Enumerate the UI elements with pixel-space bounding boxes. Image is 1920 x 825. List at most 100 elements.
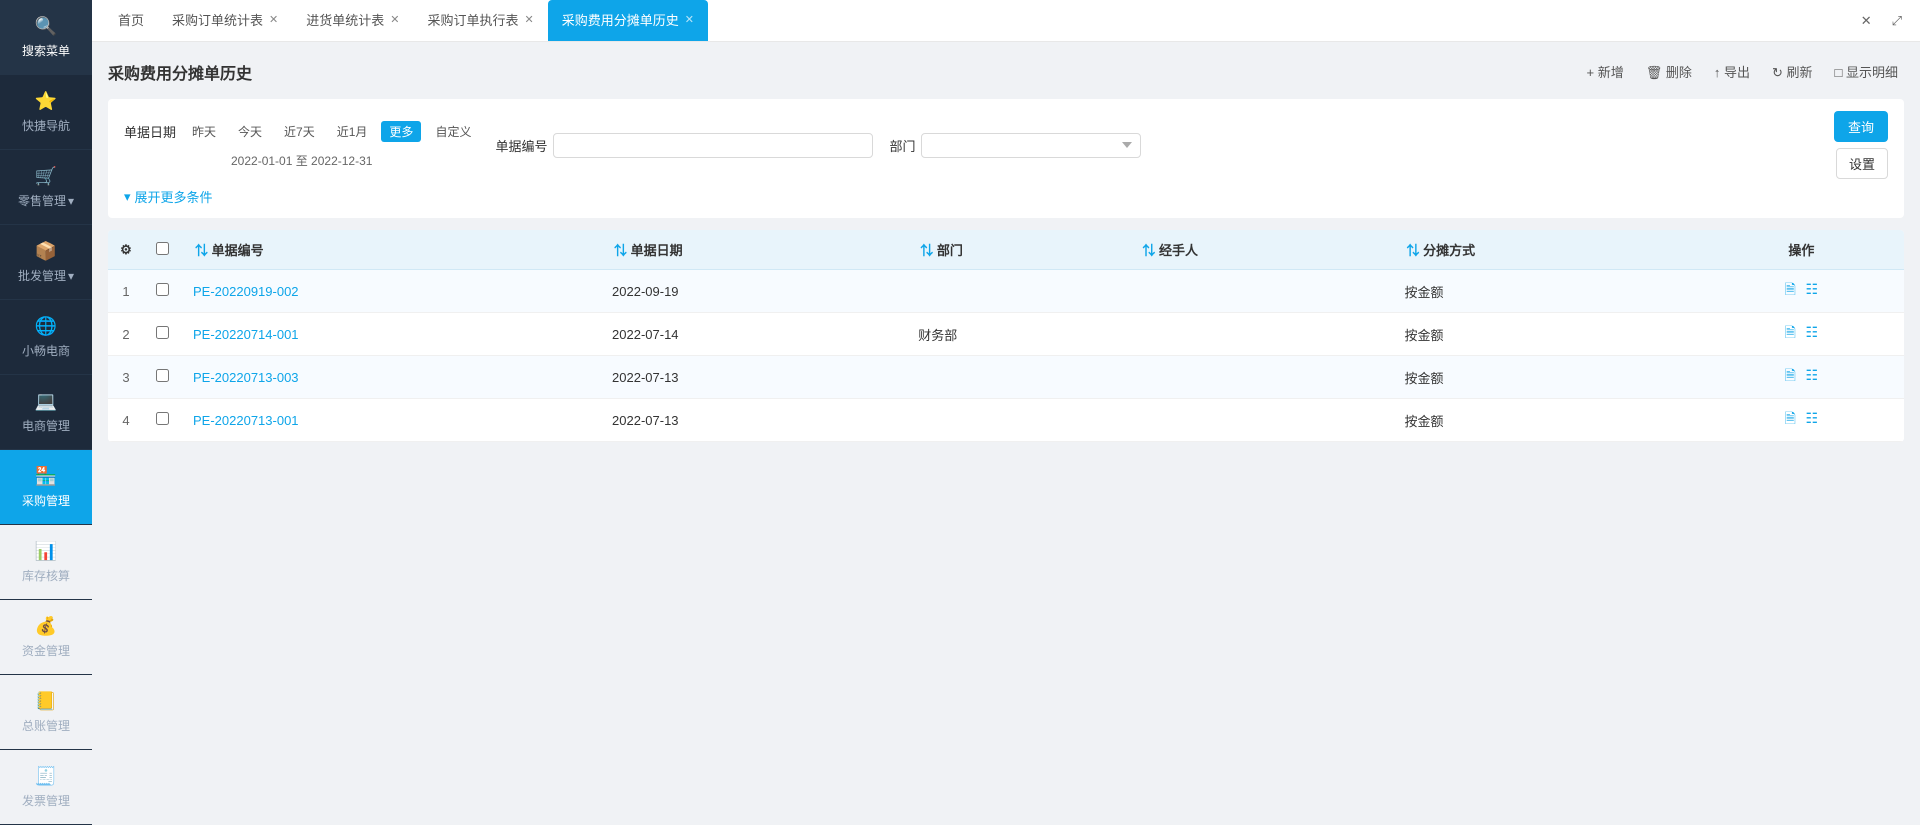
tab-window-actions: ✕ ⤢ xyxy=(1855,9,1908,33)
sidebar-item-mini-ecom[interactable]: 🌐 小畅电商 xyxy=(0,300,92,375)
sidebar-item-accounting[interactable]: 📒 总账管理 xyxy=(0,675,92,750)
chart-icon: 📊 xyxy=(8,539,84,564)
row-doc-no: PE-20220919-002 xyxy=(181,270,600,313)
row-handler xyxy=(1128,356,1392,399)
show-columns-button[interactable]: □ 显示明细 xyxy=(1829,58,1904,85)
more-ops-icon[interactable]: ☷ xyxy=(1806,367,1819,383)
row-checkbox[interactable] xyxy=(156,369,169,382)
th-split-method: ⇅ 分摊方式 xyxy=(1392,230,1698,270)
row-ops: 🗎 ☷ xyxy=(1699,399,1904,442)
close-window-btn[interactable]: ✕ xyxy=(1855,9,1878,33)
row-checkbox[interactable] xyxy=(156,326,169,339)
row-checkbox-cell[interactable] xyxy=(144,270,181,313)
sidebar-item-search[interactable]: 🔍 搜索菜单 xyxy=(0,0,92,75)
sidebar-item-finance[interactable]: 💰 资金管理 xyxy=(0,600,92,675)
refresh-button[interactable]: ↻ 刷新 xyxy=(1766,58,1819,85)
sort-icon[interactable]: ⇅ xyxy=(1406,243,1419,258)
delete-button[interactable]: 🗑 删除 xyxy=(1640,58,1698,85)
doc-no-link[interactable]: PE-20220713-003 xyxy=(193,370,299,385)
row-date: 2022-07-13 xyxy=(600,356,906,399)
money-icon: 💰 xyxy=(8,614,84,639)
th-checkbox[interactable] xyxy=(144,230,181,270)
row-handler xyxy=(1128,270,1392,313)
row-checkbox[interactable] xyxy=(156,283,169,296)
globe-icon: 🌐 xyxy=(8,314,84,339)
row-checkbox-cell[interactable] xyxy=(144,313,181,356)
settings-button[interactable]: 设置 xyxy=(1836,148,1888,179)
maximize-window-btn[interactable]: ⤢ xyxy=(1886,9,1908,33)
sidebar-item-purchase[interactable]: 🏪 采购管理 xyxy=(0,450,92,525)
date-opt-more[interactable]: 更多 xyxy=(381,121,421,142)
row-checkbox-cell[interactable] xyxy=(144,399,181,442)
sidebar-item-retail[interactable]: 🛒 零售管理 ▾ xyxy=(0,150,92,225)
row-num: 1 xyxy=(108,270,144,313)
tab-purchase-order-stats[interactable]: 采购订单统计表 ✕ xyxy=(158,0,292,41)
close-tab-purchase-cost-split[interactable]: ✕ xyxy=(685,13,694,26)
tab-inbound-stats[interactable]: 进货单统计表 ✕ xyxy=(292,0,413,41)
date-opt-today[interactable]: 今天 xyxy=(230,121,270,142)
doc-no-link[interactable]: PE-20220714-001 xyxy=(193,327,299,342)
sort-icon[interactable]: ⇅ xyxy=(195,243,208,258)
row-dept: 财务部 xyxy=(906,313,1128,356)
date-opt-custom[interactable]: 自定义 xyxy=(427,121,479,142)
row-dept xyxy=(906,399,1128,442)
row-doc-no: PE-20220713-003 xyxy=(181,356,600,399)
sidebar-item-ecom[interactable]: 💻 电商管理 xyxy=(0,375,92,450)
sidebar-item-invoice[interactable]: 🧾 发票管理 xyxy=(0,750,92,825)
chevron-down-icon: ▾ xyxy=(124,189,131,205)
row-dept xyxy=(906,356,1128,399)
search-button[interactable]: 查询 xyxy=(1834,111,1888,142)
close-tab-purchase-order-exec[interactable]: ✕ xyxy=(525,13,534,26)
date-options: 昨天 今天 近7天 近1月 更多 自定义 xyxy=(184,121,479,142)
dept-select[interactable] xyxy=(921,133,1141,158)
tab-purchase-order-exec[interactable]: 采购订单执行表 ✕ xyxy=(413,0,547,41)
row-checkbox-cell[interactable] xyxy=(144,356,181,399)
filter-doc-no: 单据编号 xyxy=(495,133,873,158)
edit-icon[interactable]: 🗎 xyxy=(1785,324,1796,340)
page-content: 采购费用分摊单历史 + 新增 🗑 删除 ↑ 导出 ↻ 刷新 □ 显示明细 xyxy=(92,42,1920,511)
th-dept: ⇅ 部门 xyxy=(906,230,1128,270)
date-opt-yesterday[interactable]: 昨天 xyxy=(184,121,224,142)
row-dept xyxy=(906,270,1128,313)
th-date: ⇅ 单据日期 xyxy=(600,230,906,270)
row-date: 2022-07-14 xyxy=(600,313,906,356)
row-ops: 🗎 ☷ xyxy=(1699,313,1904,356)
header-actions: + 新增 🗑 删除 ↑ 导出 ↻ 刷新 □ 显示明细 xyxy=(1581,58,1904,85)
doc-no-label: 单据编号 xyxy=(495,136,547,155)
row-ops: 🗎 ☷ xyxy=(1699,356,1904,399)
receipt-icon: 🧾 xyxy=(8,764,84,789)
close-tab-inbound-stats[interactable]: ✕ xyxy=(390,13,399,26)
date-opt-7days[interactable]: 近7天 xyxy=(276,121,323,142)
close-tab-purchase-order-stats[interactable]: ✕ xyxy=(269,13,278,26)
doc-no-link[interactable]: PE-20220713-001 xyxy=(193,413,299,428)
tab-home[interactable]: 首页 xyxy=(104,0,158,41)
sidebar-item-wholesale[interactable]: 📦 批发管理 ▾ xyxy=(0,225,92,300)
sort-icon[interactable]: ⇅ xyxy=(614,243,627,258)
row-date: 2022-07-13 xyxy=(600,399,906,442)
row-ops: 🗎 ☷ xyxy=(1699,270,1904,313)
more-ops-icon[interactable]: ☷ xyxy=(1806,324,1819,340)
select-all-checkbox[interactable] xyxy=(156,242,169,255)
add-button[interactable]: + 新增 xyxy=(1581,58,1630,85)
tab-purchase-cost-split[interactable]: 采购费用分摊单历史 ✕ xyxy=(548,0,708,41)
sort-icon[interactable]: ⇅ xyxy=(1142,243,1155,258)
export-button[interactable]: ↑ 导出 xyxy=(1708,58,1756,85)
sidebar: 🔍 搜索菜单 ⭐ 快捷导航 🛒 零售管理 ▾ 📦 批发管理 ▾ 🌐 小畅电商 💻… xyxy=(0,0,92,511)
doc-no-link[interactable]: PE-20220919-002 xyxy=(193,284,299,299)
doc-no-input[interactable] xyxy=(553,133,873,158)
more-ops-icon[interactable]: ☷ xyxy=(1806,410,1819,426)
th-settings[interactable]: ⚙ xyxy=(108,230,144,270)
edit-icon[interactable]: 🗎 xyxy=(1785,410,1796,426)
more-ops-icon[interactable]: ☷ xyxy=(1806,281,1819,297)
date-opt-1month[interactable]: 近1月 xyxy=(329,121,376,142)
sort-icon[interactable]: ⇅ xyxy=(920,243,933,258)
sidebar-item-quick-nav[interactable]: ⭐ 快捷导航 xyxy=(0,75,92,150)
expand-more-btn[interactable]: ▾ 展开更多条件 xyxy=(124,187,1888,206)
filter-actions: 查询 设置 xyxy=(1834,111,1888,179)
table-header-row: ⚙ ⇅ 单据编号 ⇅ 单据日期 xyxy=(108,230,1904,270)
row-checkbox[interactable] xyxy=(156,412,169,425)
edit-icon[interactable]: 🗎 xyxy=(1785,281,1796,297)
edit-icon[interactable]: 🗎 xyxy=(1785,367,1796,383)
table-row: 4 PE-20220713-001 2022-07-13 按金额 🗎 ☷ xyxy=(108,399,1904,442)
sidebar-item-inventory[interactable]: 📊 库存核算 xyxy=(0,525,92,600)
